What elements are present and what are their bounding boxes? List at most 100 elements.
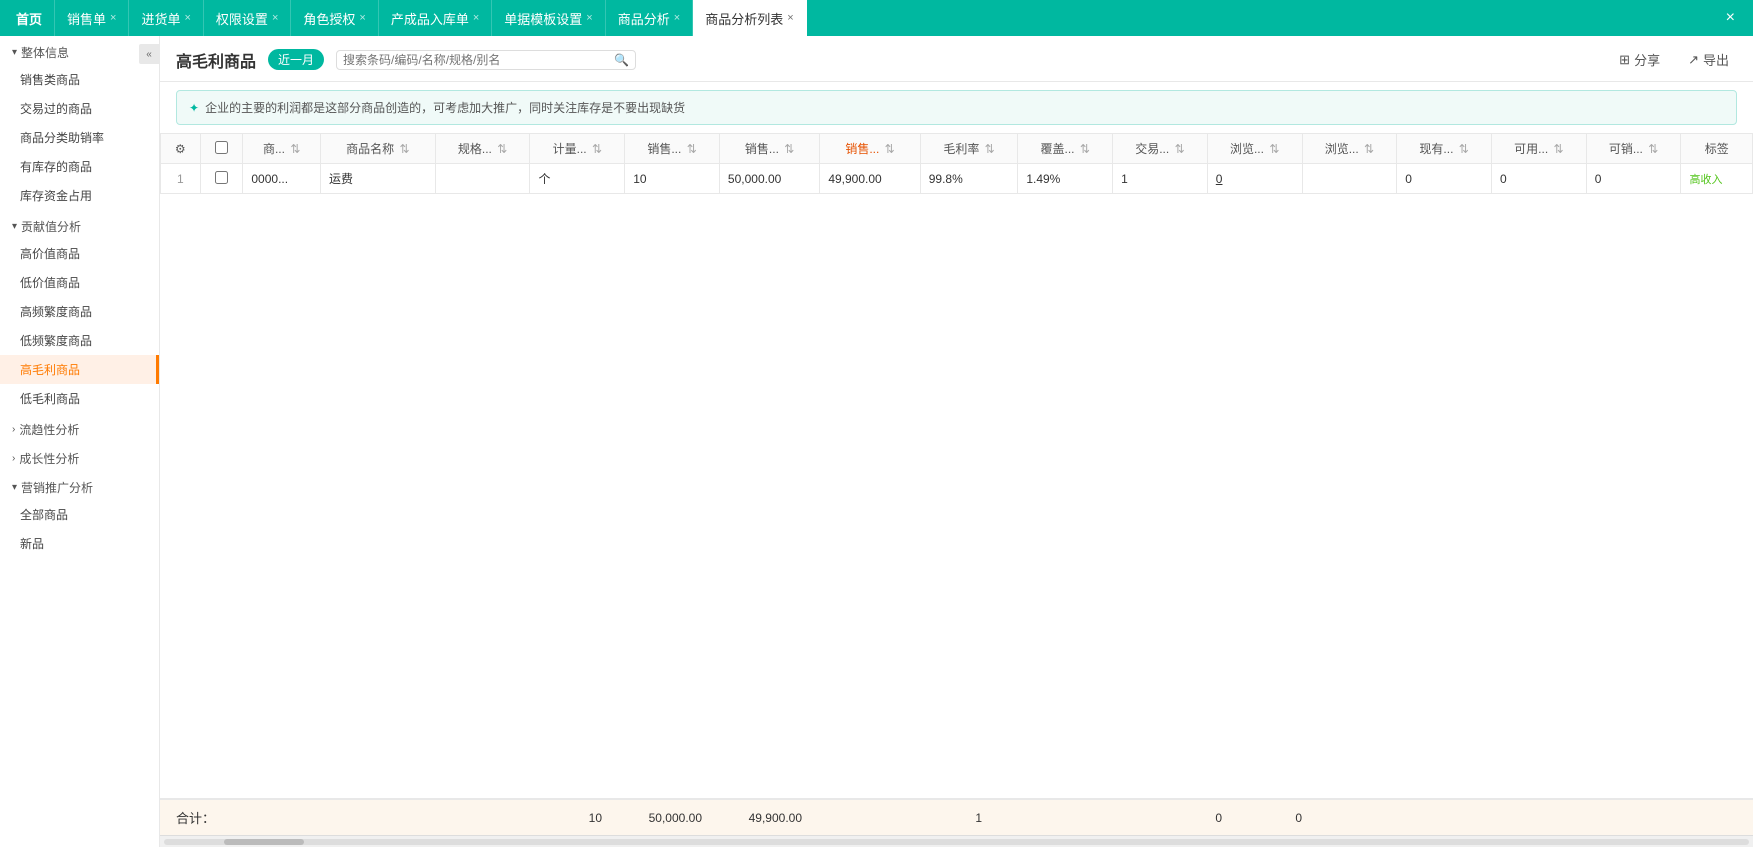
col-gross-margin[interactable]: 毛利率 ⇅ [920, 134, 1018, 164]
col-transaction[interactable]: 交易... ⇅ [1113, 134, 1208, 164]
col-spec[interactable]: 规格... ⇅ [435, 134, 530, 164]
tab-role-permissions[interactable]: 角色授权 × [291, 0, 378, 36]
footer-empty2 [870, 811, 930, 825]
footer-sales-profit: 49,900.00 [710, 811, 810, 825]
row-checkbox-cell[interactable] [200, 164, 243, 194]
sidebar-item-in-stock-products[interactable]: 有库存的商品 [0, 152, 159, 181]
tab-doc-template[interactable]: 单据模板设置 × [492, 0, 605, 36]
sort-icon-code: ⇅ [290, 142, 300, 156]
sidebar-group-asset-analysis[interactable]: ▾ 贡献值分析 [0, 210, 159, 239]
share-icon: ⊞ [1619, 52, 1630, 68]
tab-product-analysis-list[interactable]: 商品分析列表 × [693, 0, 806, 36]
sort-icon-coverage: ⇅ [1080, 142, 1090, 156]
close-purchase[interactable]: × [184, 12, 190, 24]
close-doc-template[interactable]: × [586, 12, 592, 24]
sort-icon-current-stock: ⇅ [1459, 142, 1469, 156]
select-all-checkbox[interactable] [215, 141, 228, 154]
share-button[interactable]: ⊞ 分享 [1611, 46, 1668, 73]
sidebar-item-new-products[interactable]: 新品 [0, 529, 159, 558]
browse1-link[interactable]: 0 [1216, 172, 1223, 186]
sort-icon-browse2: ⇅ [1364, 142, 1374, 156]
sidebar-item-low-value[interactable]: 低价值商品 [0, 268, 159, 297]
sidebar-item-traded-products[interactable]: 交易过的商品 [0, 94, 159, 123]
sidebar-item-product-contribution-rate[interactable]: 商品分类助销率 [0, 123, 159, 152]
col-coverage[interactable]: 覆盖... ⇅ [1018, 134, 1113, 164]
sidebar-item-sales-products[interactable]: 销售类商品 [0, 65, 159, 94]
tab-home[interactable]: 首页 [4, 0, 55, 36]
col-sales-profit[interactable]: 销售... ⇅ [820, 134, 920, 164]
col-current-stock[interactable]: 现有... ⇅ [1397, 134, 1492, 164]
search-input[interactable] [343, 53, 610, 67]
table-footer: 合计： 10 50,000.00 49,900.00 1 0 0 [160, 798, 1753, 835]
cell-sales-qty: 10 [625, 164, 720, 194]
tab-product-analysis[interactable]: 商品分析 × [606, 0, 693, 36]
data-table-wrapper: ⚙ 商... ⇅ 商品名称 ⇅ 规格... [160, 133, 1753, 798]
sort-icon-unit: ⇅ [592, 142, 602, 156]
col-browse2[interactable]: 浏览... ⇅ [1302, 134, 1397, 164]
footer-label: 合计： [160, 808, 550, 827]
sidebar-item-low-margin[interactable]: 低毛利商品 [0, 384, 159, 413]
tab-sales-order[interactable]: 销售单 × [55, 0, 129, 36]
close-role-permissions[interactable]: × [359, 12, 365, 24]
col-available[interactable]: 可用... ⇅ [1492, 134, 1587, 164]
col-settings[interactable]: ⚙ [161, 134, 201, 164]
scroll-track[interactable] [164, 839, 1749, 845]
row-checkbox[interactable] [215, 171, 228, 184]
window-close-button[interactable]: × [1712, 0, 1749, 36]
cell-gross-margin: 99.8% [920, 164, 1018, 194]
col-sales-qty[interactable]: 销售... ⇅ [625, 134, 720, 164]
sidebar-group-trend-analysis[interactable]: › 流趋性分析 [0, 413, 159, 442]
col-browse1[interactable]: 浏览... ⇅ [1207, 134, 1302, 164]
tab-product-entry[interactable]: 产成品入库单 × [379, 0, 492, 36]
sort-icon-transaction: ⇅ [1175, 142, 1185, 156]
sort-icon-sales-qty: ⇅ [687, 142, 697, 156]
sort-icon-sales-profit: ⇅ [885, 142, 895, 156]
sidebar-item-high-margin[interactable]: 高毛利商品 [0, 355, 159, 384]
info-icon: ✦ [189, 101, 199, 115]
cell-browse1[interactable]: 0 [1207, 164, 1302, 194]
product-table: ⚙ 商... ⇅ 商品名称 ⇅ 规格... [160, 133, 1753, 194]
export-button[interactable]: ↗ 导出 [1680, 46, 1737, 73]
search-icon[interactable]: 🔍 [614, 53, 629, 67]
sidebar-group-growth-analysis[interactable]: › 成长性分析 [0, 442, 159, 471]
col-code[interactable]: 商... ⇅ [243, 134, 321, 164]
footer-available: 0 [1230, 811, 1310, 825]
col-sales-amount[interactable]: 销售... ⇅ [719, 134, 819, 164]
filter-recent-month-button[interactable]: 近一月 [268, 49, 324, 70]
sidebar-item-all-products[interactable]: 全部商品 [0, 500, 159, 529]
close-sales-order[interactable]: × [110, 12, 116, 24]
cell-tag: 高收入 [1681, 164, 1753, 194]
footer-sales-amount: 50,000.00 [610, 811, 710, 825]
sidebar-group-marketing-analysis[interactable]: ▾ 营销推广分析 [0, 471, 159, 500]
sidebar-group-overall-info[interactable]: ▾ 整体信息 [0, 36, 159, 65]
content-area: 高毛利商品 近一月 🔍 ⊞ 分享 ↗ 导出 ✦ 企业的主要的利润都是这部分商品创… [160, 36, 1753, 847]
cell-code: 0000... [243, 164, 321, 194]
col-name[interactable]: 商品名称 ⇅ [321, 134, 436, 164]
sidebar-item-high-freq[interactable]: 高频繁度商品 [0, 297, 159, 326]
sidebar-collapse-button[interactable]: « [139, 44, 159, 64]
col-checkbox[interactable] [200, 134, 243, 164]
cell-unit: 个 [530, 164, 625, 194]
close-product-entry[interactable]: × [473, 12, 479, 24]
scroll-thumb[interactable] [224, 839, 304, 845]
sort-icon-gross-margin: ⇅ [985, 142, 995, 156]
horizontal-scrollbar[interactable] [160, 835, 1753, 847]
col-unit[interactable]: 计量... ⇅ [530, 134, 625, 164]
cell-sellable: 0 [1586, 164, 1681, 194]
content-header: 高毛利商品 近一月 🔍 ⊞ 分享 ↗ 导出 [160, 36, 1753, 82]
tag-high-income: 高收入 [1689, 174, 1722, 186]
tab-permission-settings[interactable]: 权限设置 × [204, 0, 291, 36]
header-actions: ⊞ 分享 ↗ 导出 [1611, 46, 1737, 73]
footer-empty1 [810, 811, 870, 825]
expand-arrow-growth-analysis: › [12, 453, 15, 464]
tab-purchase[interactable]: 进货单 × [129, 0, 203, 36]
cell-available: 0 [1492, 164, 1587, 194]
sidebar-item-capital-occupation[interactable]: 库存资金占用 [0, 181, 159, 210]
close-product-analysis-list[interactable]: × [787, 12, 793, 24]
close-permission-settings[interactable]: × [272, 12, 278, 24]
close-product-analysis[interactable]: × [674, 12, 680, 24]
table-header-row: ⚙ 商... ⇅ 商品名称 ⇅ 规格... [161, 134, 1753, 164]
sidebar-item-low-freq[interactable]: 低频繁度商品 [0, 326, 159, 355]
sidebar-item-high-value[interactable]: 高价值商品 [0, 239, 159, 268]
col-sellable[interactable]: 可销... ⇅ [1586, 134, 1681, 164]
